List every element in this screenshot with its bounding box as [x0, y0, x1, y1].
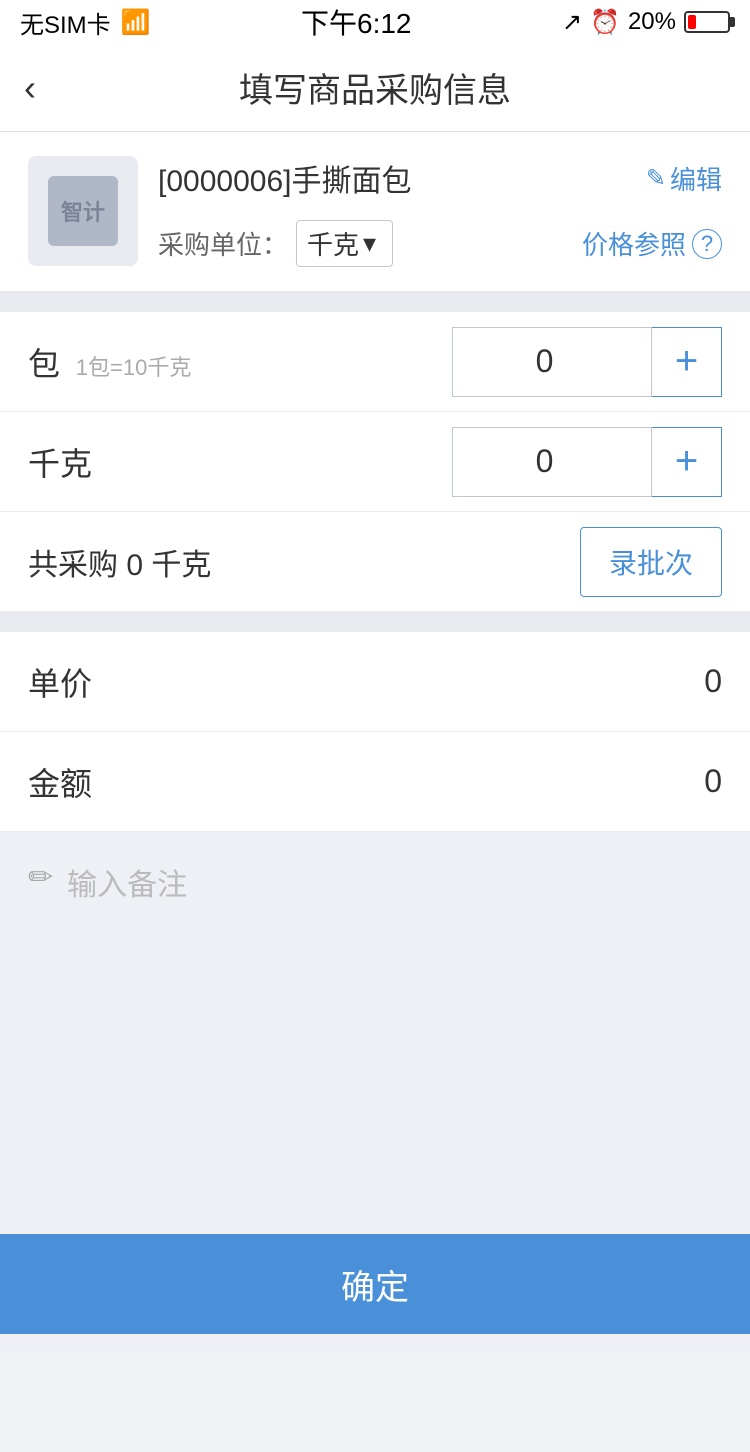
bag-label: 包 [28, 346, 60, 382]
kg-quantity-input[interactable] [452, 427, 652, 497]
section-divider-2 [0, 612, 750, 632]
status-left: 无SIM卡 📶 [20, 5, 151, 40]
bag-label-group: 包 1包=10千克 [28, 339, 191, 385]
carrier-text: 无SIM卡 [20, 5, 111, 40]
total-row: 共采购 0 千克 录批次 [0, 512, 750, 612]
unit-price-row: 单价 0 [0, 632, 750, 732]
nav-bar: ‹ 填写商品采购信息 [0, 44, 750, 132]
battery-icon [684, 11, 730, 33]
back-button[interactable]: ‹ [24, 67, 36, 109]
unit-label-text: 采购单位： [158, 225, 288, 262]
product-name: [0000006]手撕面包 [158, 156, 411, 200]
amount-row: 金额 0 [0, 732, 750, 832]
bag-quantity-input[interactable] [452, 327, 652, 397]
product-info: [0000006]手撕面包 ✎ 编辑 采购单位： 千克 ▾ [158, 156, 722, 267]
kg-input-row: 千克 + [0, 412, 750, 512]
status-bar: 无SIM卡 📶 下午6:12 ↗ ⏰ 20% [0, 0, 750, 44]
bag-input-section: 包 1包=10千克 + 千克 + [0, 312, 750, 512]
confirm-button[interactable]: 确定 [0, 1234, 750, 1334]
alarm-icon: ⏰ [590, 8, 620, 37]
total-label: 共采购 0 千克 [28, 540, 211, 584]
price-ref-question-icon: ? [692, 229, 722, 259]
dropdown-icon: ▾ [363, 228, 376, 259]
page-title: 填写商品采购信息 [239, 63, 511, 112]
status-time: 下午6:12 [301, 2, 412, 42]
batch-button[interactable]: 录批次 [580, 527, 722, 597]
bag-plus-button[interactable]: + [652, 327, 722, 397]
kg-input-control: + [452, 427, 722, 497]
status-right: ↗ ⏰ 20% [562, 8, 730, 37]
unit-price-value: 0 [704, 663, 722, 700]
product-thumbnail: 智计 [28, 156, 138, 266]
wifi-icon: 📶 [121, 8, 151, 37]
bag-input-control: + [452, 327, 722, 397]
remark-section[interactable]: ✏ 输入备注 [0, 832, 750, 992]
amount-value: 0 [704, 763, 722, 800]
unit-value: 千克 [307, 225, 359, 262]
unit-price-label: 单价 [28, 659, 92, 705]
product-card: 智计 [0000006]手撕面包 ✎ 编辑 采购单位： 千克 ▾ [0, 132, 750, 292]
remark-placeholder: 输入备注 [67, 860, 187, 904]
location-icon: ↗ [562, 8, 582, 37]
kg-label: 千克 [28, 439, 92, 485]
section-divider-1 [0, 292, 750, 312]
edit-icon: ✎ [646, 164, 666, 193]
bag-sub-label: 1包=10千克 [76, 355, 192, 380]
kg-plus-button[interactable]: + [652, 427, 722, 497]
edit-button[interactable]: ✎ 编辑 [646, 160, 722, 197]
pencil-icon: ✏ [28, 860, 53, 895]
battery-percent: 20% [628, 8, 676, 36]
product-thumb-text: 智计 [48, 176, 118, 246]
price-section: 单价 0 金额 0 [0, 632, 750, 832]
amount-label: 金额 [28, 759, 92, 805]
unit-select[interactable]: 千克 ▾ [296, 220, 393, 267]
bag-input-row: 包 1包=10千克 + [0, 312, 750, 412]
price-ref-button[interactable]: 价格参照 ? [582, 225, 722, 262]
